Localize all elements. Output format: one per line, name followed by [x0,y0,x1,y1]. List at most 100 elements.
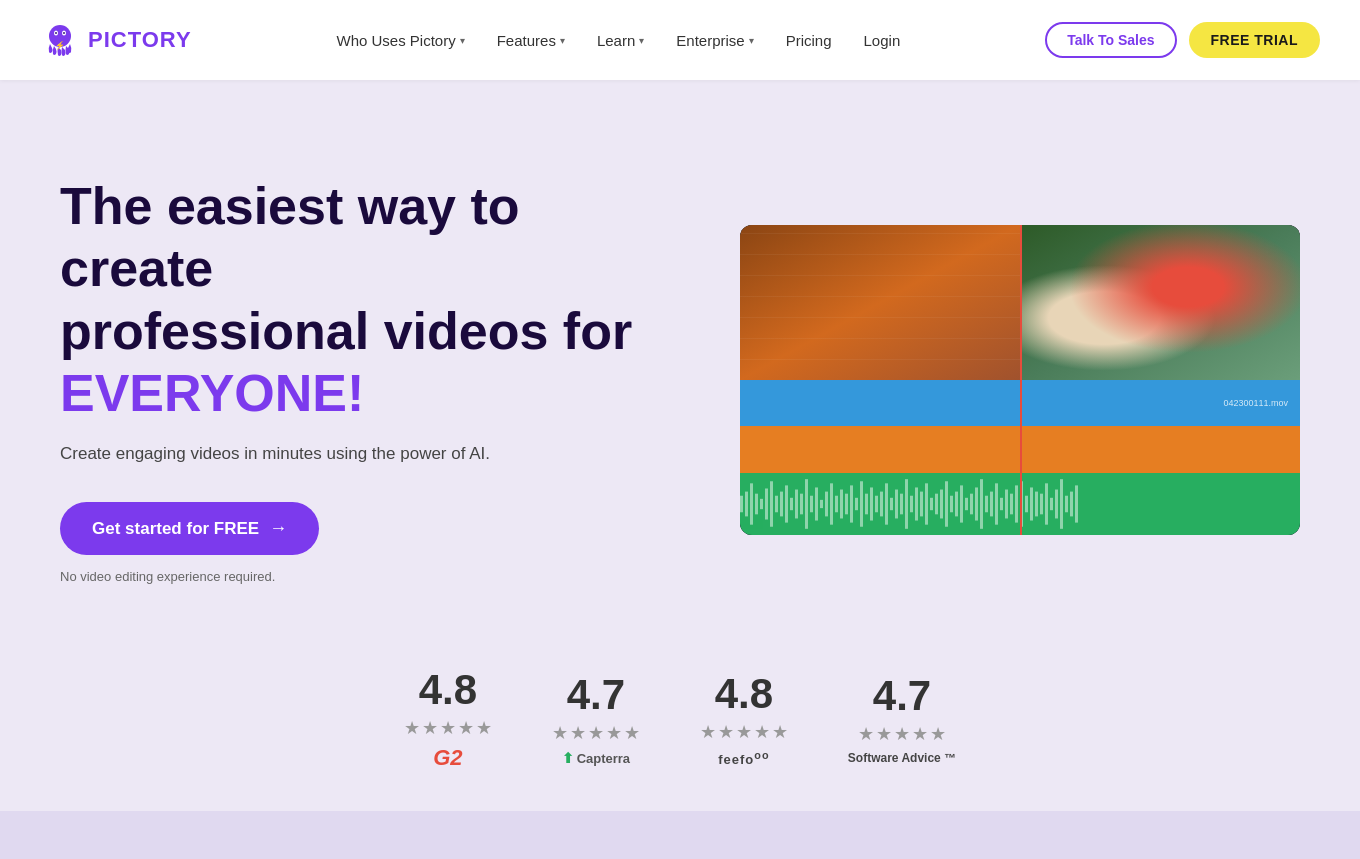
svg-rect-9 [755,493,758,514]
svg-rect-33 [875,495,878,512]
nav-item-enterprise[interactable]: Enterprise ▾ [676,32,753,49]
svg-rect-7 [745,491,748,516]
svg-rect-23 [825,491,828,516]
svg-rect-37 [895,489,898,518]
logo-icon: ⚡ [40,20,80,60]
nav-item-who-uses[interactable]: Who Uses Pictory ▾ [337,32,465,49]
arrow-icon: → [269,518,287,539]
navigation: ⚡ PICTORY Who Uses Pictory ▾ Features ▾ … [0,0,1360,80]
svg-rect-49 [955,491,958,516]
svg-rect-35 [885,483,888,524]
feefo-stars: ★ ★ ★ ★ ★ [700,721,788,743]
nav-link-pricing[interactable]: Pricing [786,32,832,49]
svg-rect-52 [970,493,973,514]
svg-rect-31 [865,493,868,514]
svg-rect-29 [855,497,858,509]
svg-rect-71 [1065,495,1068,512]
hero-subtitle: Create engaging videos in minutes using … [60,441,655,467]
rating-g2: 4.8 ★ ★ ★ ★ ★ G2 [404,669,492,771]
svg-rect-11 [765,488,768,519]
capterra-stars: ★ ★ ★ ★ ★ [552,722,640,744]
svg-rect-36 [890,497,893,509]
talk-to-sales-button[interactable]: Talk To Sales [1045,22,1176,58]
logo[interactable]: ⚡ PICTORY [40,20,192,60]
svg-rect-66 [1040,493,1043,514]
g2-score: 4.8 [419,669,477,711]
svg-rect-48 [950,495,953,512]
svg-rect-14 [780,491,783,516]
nav-item-learn[interactable]: Learn ▾ [597,32,644,49]
svg-rect-27 [845,493,848,514]
svg-rect-25 [835,495,838,512]
hero-video-preview: 042300111.mov [740,225,1300,535]
feefo-label: feefooo [718,752,769,767]
svg-rect-12 [770,481,773,526]
hero-section: The easiest way to create professional v… [0,80,1360,859]
nav-link-features[interactable]: Features ▾ [497,32,565,49]
svg-rect-22 [820,499,823,507]
svg-rect-24 [830,483,833,524]
capterra-label: Capterra [577,751,630,766]
svg-rect-42 [920,491,923,516]
chevron-down-icon: ▾ [560,35,565,46]
svg-rect-65 [1035,491,1038,516]
svg-rect-26 [840,489,843,518]
svg-point-3 [55,32,57,34]
svg-rect-73 [1075,485,1078,522]
nav-item-features[interactable]: Features ▾ [497,32,565,49]
hero-content: The easiest way to create professional v… [60,175,655,584]
svg-rect-50 [960,485,963,522]
svg-rect-18 [800,493,803,514]
svg-rect-34 [880,491,883,516]
g2-stars: ★ ★ ★ ★ ★ [404,717,492,739]
g2-logo: G2 [433,745,462,771]
svg-rect-59 [1005,489,1008,518]
svg-rect-20 [810,495,813,512]
software-advice-score: 4.7 [873,675,931,717]
capterra-score: 4.7 [567,674,625,716]
svg-text:⚡: ⚡ [55,40,65,50]
svg-rect-51 [965,497,968,509]
svg-rect-17 [795,489,798,518]
software-advice-label: Software Advice [848,751,941,765]
feefo-logo: feefooo [718,749,769,767]
svg-rect-15 [785,485,788,522]
nav-link-login[interactable]: Login [864,32,901,49]
video-editor-preview: 042300111.mov [740,225,1300,535]
svg-rect-57 [995,483,998,524]
get-started-button[interactable]: Get started for FREE → [60,502,319,555]
hero-title: The easiest way to create professional v… [60,175,655,425]
software-advice-logo: Software Advice ™ [848,751,956,765]
svg-rect-69 [1055,489,1058,518]
free-trial-button[interactable]: FREE TRIAL [1189,22,1320,58]
chevron-down-icon: ▾ [749,35,754,46]
svg-rect-32 [870,487,873,520]
svg-rect-58 [1000,497,1003,509]
nav-link-enterprise[interactable]: Enterprise ▾ [676,32,753,49]
svg-rect-45 [935,493,938,514]
video-frame-left [740,225,1020,380]
svg-rect-56 [990,491,993,516]
svg-rect-30 [860,481,863,526]
svg-rect-54 [980,479,983,529]
nav-item-pricing[interactable]: Pricing [786,32,832,49]
svg-rect-40 [910,495,913,512]
timeline-file-label: 042300111.mov [1223,398,1288,408]
nav-link-learn[interactable]: Learn ▾ [597,32,644,49]
svg-rect-43 [925,483,928,524]
nav-actions: Talk To Sales FREE TRIAL [1045,22,1320,58]
svg-rect-61 [1015,485,1018,522]
nav-links: Who Uses Pictory ▾ Features ▾ Learn ▾ En… [337,32,901,49]
svg-rect-16 [790,497,793,509]
svg-rect-55 [985,495,988,512]
video-frame-right [1020,225,1300,380]
capterra-arrow-icon: ⬆ [562,750,574,766]
nav-link-who-uses[interactable]: Who Uses Pictory ▾ [337,32,465,49]
svg-rect-53 [975,487,978,520]
nav-item-login[interactable]: Login [864,32,901,49]
svg-rect-64 [1030,487,1033,520]
svg-point-4 [63,32,65,34]
rating-software-advice: 4.7 ★ ★ ★ ★ ★ Software Advice ™ [848,675,956,765]
svg-rect-13 [775,495,778,512]
feefo-score: 4.8 [715,673,773,715]
